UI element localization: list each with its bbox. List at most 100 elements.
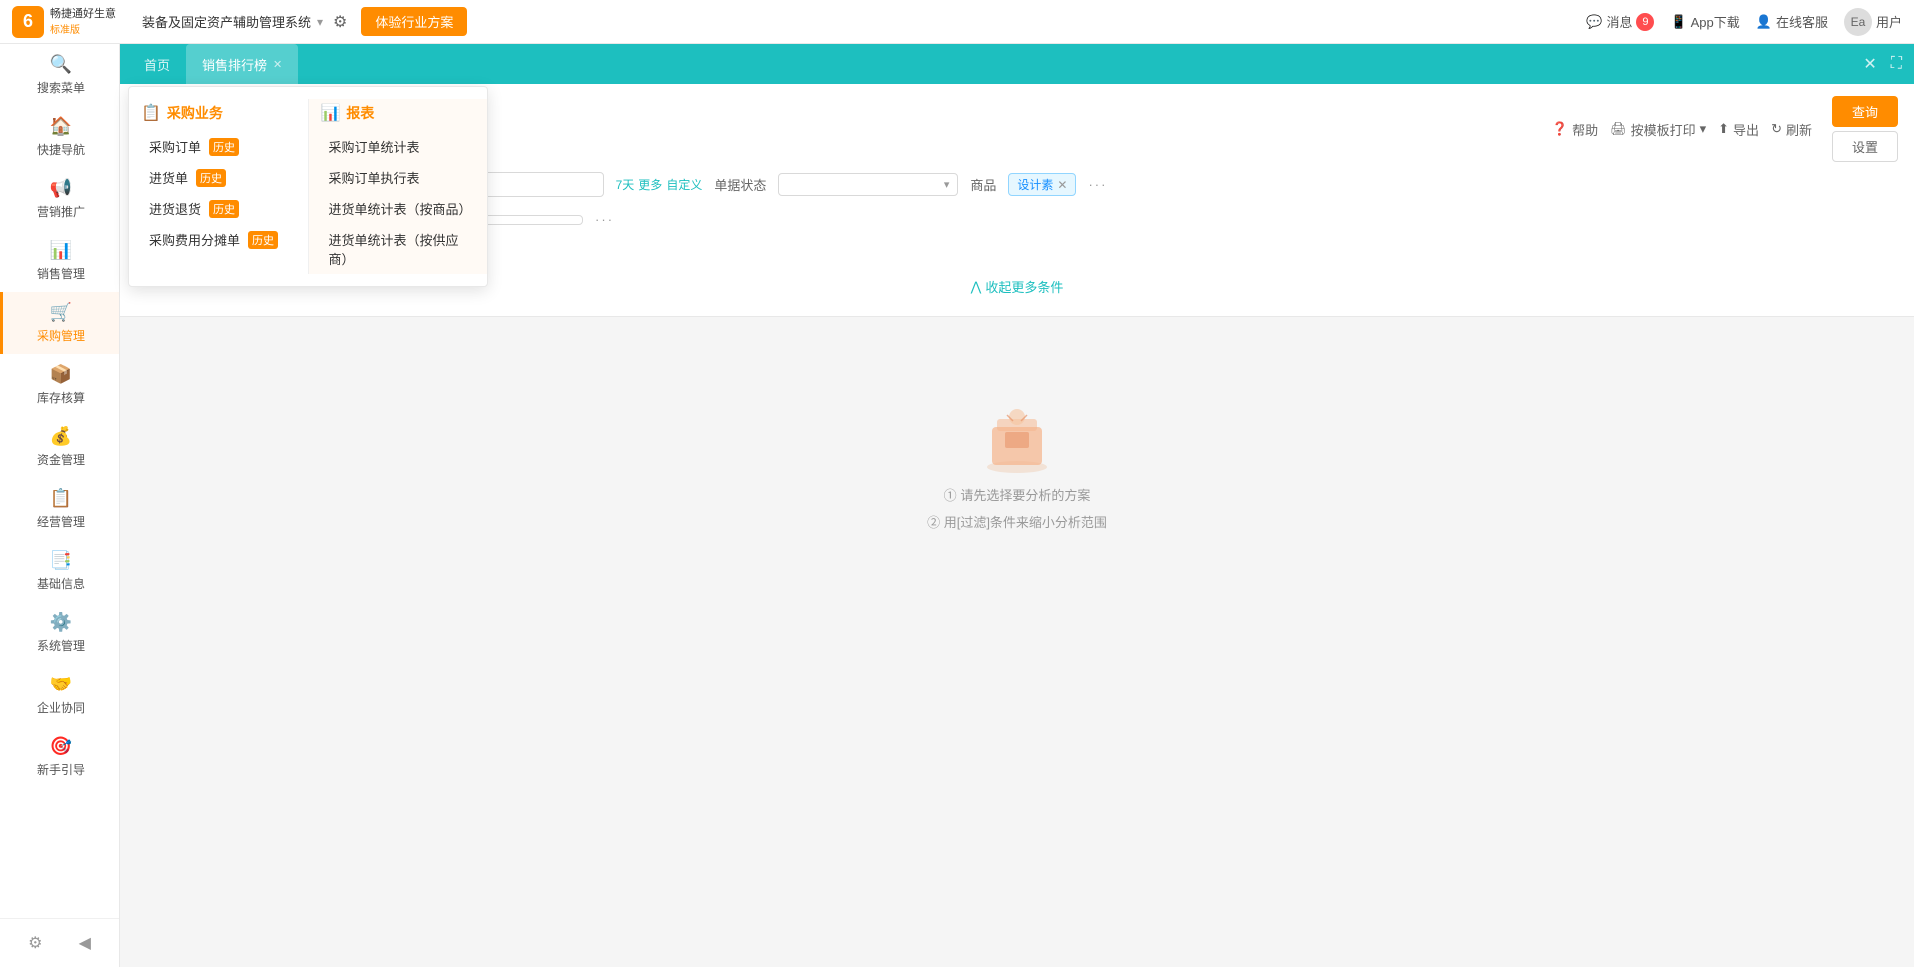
tab-home-label: 首页: [144, 55, 170, 74]
empty-text-2: 用[过滤]条件来缩小分析范围: [944, 515, 1107, 530]
app-label: App下载: [1691, 12, 1740, 31]
sidebar-item-system[interactable]: ⚙️ 系统管理: [0, 602, 119, 664]
phone-icon: 📱: [1670, 14, 1686, 30]
experience-button[interactable]: 体验行业方案: [361, 7, 467, 36]
user-profile-button[interactable]: Ea 用户: [1844, 8, 1902, 36]
sales-icon: 📊: [50, 240, 72, 261]
report-title-label: 报表: [346, 103, 374, 123]
sidebar-item-inventory[interactable]: 📦 库存核算: [0, 354, 119, 416]
finance-icon: 💰: [50, 426, 72, 447]
dropdown-col-business: 📋 采购业务 采购订单 历史 进货单 历史 进货退货 历史 采购费用分摊单 历史: [129, 99, 308, 274]
help-label: 帮助: [1572, 120, 1598, 139]
incoming-label: 进货单: [149, 168, 188, 187]
export-icon: ⬆: [1718, 121, 1729, 137]
tab-home[interactable]: 首页: [128, 44, 186, 84]
shortcut-more[interactable]: 更多: [638, 176, 662, 193]
service-icon: 👤: [1756, 14, 1772, 30]
return-label: 进货退货: [149, 199, 201, 218]
query-button[interactable]: 查询: [1832, 96, 1898, 127]
goods-label: 商品: [970, 175, 996, 194]
number-2: ②: [927, 515, 940, 530]
tab-sales-ranking[interactable]: 销售排行榜 ✕: [186, 44, 298, 84]
expense-label: 采购费用分摊单: [149, 230, 240, 249]
messages-button[interactable]: 💬 消息 9: [1586, 12, 1654, 31]
number-1: ①: [944, 488, 957, 503]
sidebar-item-label: 企业协同: [37, 699, 85, 716]
shortcut-7days[interactable]: 7天: [616, 176, 635, 193]
status-select[interactable]: ▾: [778, 173, 958, 196]
sidebar-bottom: ⚙ ◀: [0, 918, 119, 967]
more-dots-1[interactable]: ···: [1088, 177, 1107, 192]
sidebar-item-label: 资金管理: [37, 451, 85, 468]
print-icon: 🖨: [1610, 121, 1627, 137]
settings-icon[interactable]: ⚙: [329, 8, 351, 36]
sidebar-item-label: 系统管理: [37, 637, 85, 654]
status-arrow-icon: ▾: [944, 178, 950, 191]
goods-tag-remove-icon[interactable]: ✕: [1057, 178, 1067, 192]
logo-icon: 6: [12, 6, 44, 38]
empty-state: ① 请先选择要分析的方案 ② 用[过滤]条件来缩小分析范围: [120, 317, 1914, 611]
purchase-order-badge: 历史: [209, 138, 239, 156]
inventory-icon: 📦: [50, 364, 72, 385]
dropdown-item-report-3[interactable]: 进货单统计表（按商品）: [321, 193, 476, 224]
status-label: 单据状态: [714, 175, 766, 194]
sidebar-collapse-icon[interactable]: ◀: [75, 929, 95, 957]
sidebar: 🔍 搜索菜单 🏠 快捷导航 📢 营销推广 📊 销售管理 🛒 采购管理 📦 库存核…: [0, 44, 120, 967]
dropdown-item-purchase-order[interactable]: 采购订单 历史: [141, 131, 296, 162]
tab-bar: 首页 销售排行榜 ✕ ✕ ⛶: [120, 44, 1914, 84]
dropdown-item-report-2[interactable]: 采购订单执行表: [321, 162, 476, 193]
dropdown-col-report: 📊 报表 采购订单统计表 采购订单执行表 进货单统计表（按商品） 进货单统计表（…: [308, 99, 488, 274]
tab-close-icon[interactable]: ✕: [273, 58, 282, 71]
print-button[interactable]: 🖨 按模板打印 ▾: [1610, 120, 1706, 139]
export-button[interactable]: ⬆ 导出: [1718, 120, 1759, 139]
sidebar-item-finance[interactable]: 💰 资金管理: [0, 416, 119, 478]
shortcut-custom[interactable]: 自定义: [666, 176, 702, 193]
refresh-button[interactable]: ↻ 刷新: [1771, 120, 1812, 139]
sidebar-item-search[interactable]: 🔍 搜索菜单: [0, 44, 119, 106]
system-title: 装备及固定资产辅助管理系统: [142, 12, 311, 31]
sidebar-item-label: 基础信息: [37, 575, 85, 592]
sidebar-item-operations[interactable]: 📋 经营管理: [0, 478, 119, 540]
settings-button[interactable]: 设置: [1832, 131, 1898, 162]
business-title-label: 采购业务: [167, 103, 223, 123]
tab-sales-ranking-label: 销售排行榜: [202, 55, 267, 74]
brand-name: 畅捷通好生意: [50, 7, 116, 21]
dropdown-item-report-4[interactable]: 进货单统计表（按供应商）: [321, 224, 476, 274]
sidebar-item-guide[interactable]: 🎯 新手引导: [0, 726, 119, 788]
purchase-order-label: 采购订单: [149, 137, 201, 156]
dropdown-item-return[interactable]: 进货退货 历史: [141, 193, 296, 224]
goods-tag[interactable]: 设计素 ✕: [1008, 173, 1076, 196]
date-shortcuts: 7天 更多 自定义: [616, 176, 703, 193]
tab-expand-btn[interactable]: ⛶: [1887, 53, 1906, 75]
app-download-button[interactable]: 📱 App下载: [1670, 12, 1739, 31]
more-dots-2[interactable]: ···: [595, 212, 614, 227]
dropdown-item-expense[interactable]: 采购费用分摊单 历史: [141, 224, 296, 255]
sidebar-item-purchase[interactable]: 🛒 采购管理: [0, 292, 119, 354]
online-service-button[interactable]: 👤 在线客服: [1756, 12, 1828, 31]
dropdown-col-business-title: 📋 采购业务: [141, 99, 296, 131]
sidebar-item-marketing[interactable]: 📢 营销推广: [0, 168, 119, 230]
print-label: 按模板打印: [1631, 120, 1696, 139]
tab-controls: ✕ ⛶: [1859, 52, 1906, 76]
sidebar-item-basic[interactable]: 📑 基础信息: [0, 540, 119, 602]
dropdown-item-report-1[interactable]: 采购订单统计表: [321, 131, 476, 162]
sidebar-item-label: 销售管理: [37, 265, 85, 282]
dropdown-col-report-title: 📊 报表: [321, 99, 476, 131]
help-button[interactable]: ❓ 帮助: [1552, 120, 1598, 139]
top-header: 6 畅捷通好生意 标准版 装备及固定资产辅助管理系统 ▾ ⚙ 体验行业方案 💬 …: [0, 0, 1914, 44]
operations-icon: 📋: [50, 488, 72, 509]
sidebar-item-label: 搜索菜单: [37, 79, 85, 96]
bottom-settings-icon[interactable]: ⚙: [24, 929, 46, 957]
report-4-label: 进货单统计表（按供应商）: [329, 230, 468, 268]
goods-field: 设计素 ✕: [1008, 173, 1076, 196]
report-3-label: 进货单统计表（按商品）: [329, 199, 468, 218]
system-icon: ⚙️: [50, 612, 72, 633]
sidebar-item-sales[interactable]: 📊 销售管理: [0, 230, 119, 292]
sidebar-item-collab[interactable]: 🤝 企业协同: [0, 664, 119, 726]
sidebar-item-nav[interactable]: 🏠 快捷导航: [0, 106, 119, 168]
header-right: 💬 消息 9 📱 App下载 👤 在线客服 Ea 用户: [1586, 8, 1902, 36]
logo-area: 6 畅捷通好生意 标准版: [12, 6, 132, 38]
tab-close-btn[interactable]: ✕: [1859, 52, 1880, 76]
dropdown-item-incoming[interactable]: 进货单 历史: [141, 162, 296, 193]
chevron-down-icon[interactable]: ▾: [317, 15, 323, 29]
